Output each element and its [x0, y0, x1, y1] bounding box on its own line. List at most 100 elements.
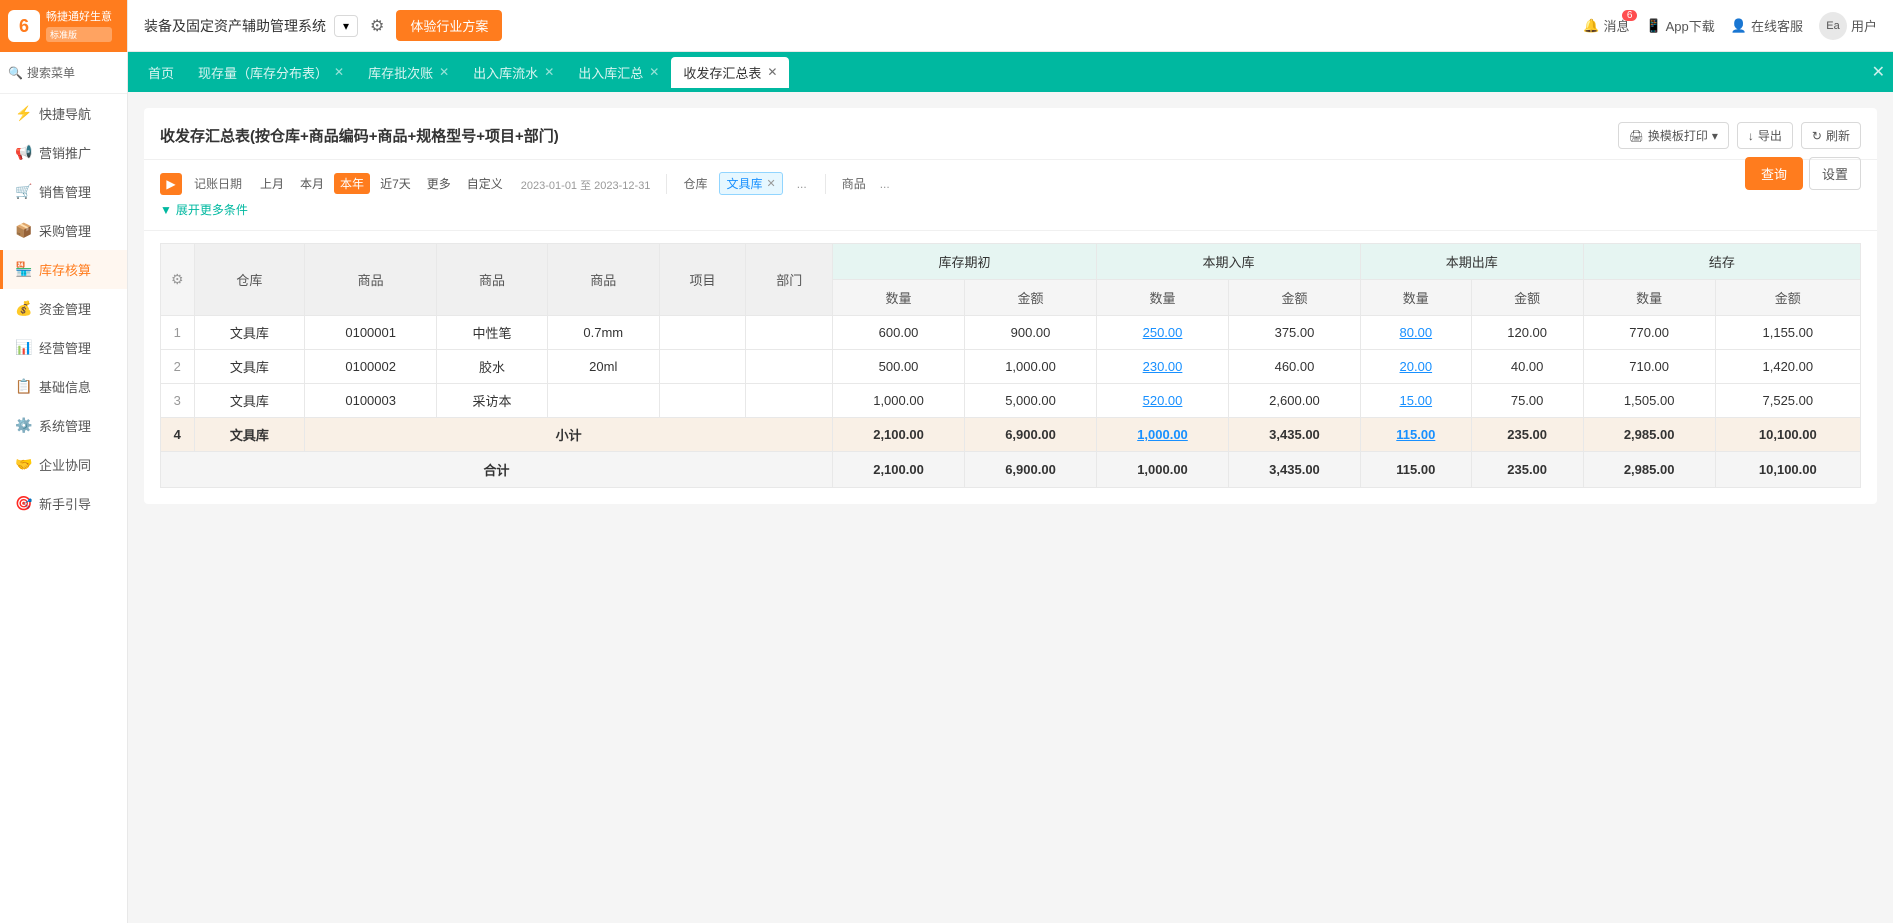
sidebar-item-sales[interactable]: 🛒 销售管理: [0, 172, 127, 211]
template-print-button[interactable]: 🖨 换模板打印 ▾: [1618, 122, 1729, 149]
logo-badge: 标准版: [46, 27, 112, 42]
search-menu-button[interactable]: 🔍 搜索菜单: [8, 60, 119, 85]
date-more-button[interactable]: 更多: [421, 173, 457, 194]
row-opening-amount: 1,000.00: [965, 350, 1097, 384]
filter-collapse-button[interactable]: ▶: [160, 173, 182, 195]
date-last-7-days-button[interactable]: 近7天: [374, 173, 417, 194]
subtotal-outbound-amount: 235.00: [1471, 418, 1583, 452]
th-opening-stock: 库存期初: [833, 244, 1097, 280]
sidebar-item-system[interactable]: ⚙️ 系统管理: [0, 406, 127, 445]
row-inbound-qty-link[interactable]: 250.00: [1097, 316, 1229, 350]
row-goods-spec: 0.7mm: [547, 316, 659, 350]
row-inbound-amount: 375.00: [1228, 316, 1360, 350]
system-dropdown-button[interactable]: ▾: [334, 15, 358, 37]
sidebar-item-quick-nav[interactable]: ⚡ 快捷导航: [0, 94, 127, 133]
online-service-button[interactable]: 👤 在线客服: [1731, 16, 1803, 35]
tab-close-icon[interactable]: ✕: [334, 65, 344, 79]
query-button[interactable]: 查询: [1745, 157, 1803, 190]
expand-conditions-button[interactable]: ▼ 展开更多条件: [160, 201, 1861, 218]
tab-close-icon[interactable]: ✕: [649, 65, 659, 79]
warehouse-tag-close[interactable]: ✕: [766, 177, 775, 190]
sidebar-item-purchase[interactable]: 📦 采购管理: [0, 211, 127, 250]
main-card: 收发存汇总表(按仓库+商品编码+商品+规格型号+项目+部门) 🖨 换模板打印 ▾…: [144, 108, 1877, 504]
sidebar-logo: 6 畅捷通好生意 标准版: [0, 0, 127, 52]
tab-close-icon[interactable]: ✕: [439, 65, 449, 79]
sidebar-item-marketing[interactable]: 📢 营销推广: [0, 133, 127, 172]
row-closing-qty: 710.00: [1583, 350, 1715, 384]
column-settings-button[interactable]: 设置: [1809, 157, 1861, 190]
tab-inout-flow[interactable]: 出入库流水 ✕: [461, 57, 566, 88]
user-area[interactable]: Ea 用户: [1819, 12, 1877, 40]
th-outbound: 本期出库: [1360, 244, 1583, 280]
goods-more-button[interactable]: ...: [878, 175, 892, 193]
subtotal-opening-qty: 2,100.00: [833, 418, 965, 452]
subtotal-outbound-qty[interactable]: 115.00: [1360, 418, 1471, 452]
total-row: 合计 2,100.00 6,900.00 1,000.00 3,435.00 1…: [161, 452, 1861, 488]
sidebar-item-operations[interactable]: 📊 经营管理: [0, 328, 127, 367]
sidebar-item-basic-info[interactable]: 📋 基础信息: [0, 367, 127, 406]
row-closing-qty: 1,505.00: [1583, 384, 1715, 418]
row-project: [659, 350, 746, 384]
row-warehouse: 文具库: [194, 384, 305, 418]
sidebar-item-label: 系统管理: [39, 416, 91, 435]
row-inbound-qty-link[interactable]: 230.00: [1097, 350, 1229, 384]
date-custom-button[interactable]: 自定义: [461, 173, 509, 194]
refresh-button[interactable]: ↻ 刷新: [1801, 122, 1861, 149]
th-outbound-amount: 金额: [1471, 280, 1583, 316]
table-settings-gear-icon[interactable]: ⚙: [171, 271, 184, 287]
row-outbound-qty-link[interactable]: 20.00: [1360, 350, 1471, 384]
chevron-right-icon: ▶: [166, 177, 175, 191]
sidebar-item-inventory[interactable]: 🏪 库存核算: [0, 250, 127, 289]
row-outbound-qty-link[interactable]: 80.00: [1360, 316, 1471, 350]
sidebar-item-finance[interactable]: 💰 资金管理: [0, 289, 127, 328]
notification-badge: 6: [1622, 10, 1638, 21]
date-this-year-button[interactable]: 本年: [334, 173, 370, 194]
tab-inventory-dist[interactable]: 现存量（库存分布表） ✕: [186, 57, 356, 88]
tab-close-icon[interactable]: ✕: [544, 65, 554, 79]
row-outbound-qty-link[interactable]: 15.00: [1360, 384, 1471, 418]
tab-bar-close-button[interactable]: ✕: [1872, 62, 1885, 82]
subtotal-closing-qty: 2,985.00: [1583, 418, 1715, 452]
tab-home[interactable]: 首页: [136, 57, 186, 88]
tab-inout-summary[interactable]: 出入库汇总 ✕: [566, 57, 671, 88]
sidebar-item-label: 销售管理: [39, 182, 91, 201]
export-button[interactable]: ↓ 导出: [1737, 122, 1793, 149]
row-closing-qty: 770.00: [1583, 316, 1715, 350]
experience-button[interactable]: 体验行业方案: [396, 10, 502, 41]
settings-gear-button[interactable]: ⚙: [366, 12, 388, 40]
total-closing-qty: 2,985.00: [1583, 452, 1715, 488]
row-inbound-qty-link[interactable]: 520.00: [1097, 384, 1229, 418]
date-this-month-button[interactable]: 本月: [294, 173, 330, 194]
table-header-group-row: ⚙ 仓库 商品 商品 商品 项目 部门 库存期初 本期入库 本期出库 结存: [161, 244, 1861, 280]
th-inbound-amount: 金额: [1228, 280, 1360, 316]
subtotal-label: 小计: [305, 418, 833, 452]
th-warehouse: 仓库: [194, 244, 305, 316]
tab-receive-summary[interactable]: 收发存汇总表 ✕: [671, 57, 789, 88]
tab-batch-ledger[interactable]: 库存批次账 ✕: [356, 57, 461, 88]
sidebar-item-enterprise[interactable]: 🤝 企业协同: [0, 445, 127, 484]
warehouse-more-button[interactable]: ...: [795, 175, 809, 193]
sidebar-item-label: 快捷导航: [39, 104, 91, 123]
date-last-month-button[interactable]: 上月: [254, 173, 290, 194]
row-closing-amount: 1,420.00: [1715, 350, 1860, 384]
row-warehouse: 文具库: [194, 316, 305, 350]
avatar: Ea: [1819, 12, 1847, 40]
row-inbound-amount: 2,600.00: [1228, 384, 1360, 418]
row-goods-name: 采访本: [437, 384, 548, 418]
tab-close-icon[interactable]: ✕: [767, 65, 777, 79]
row-opening-qty: 600.00: [833, 316, 965, 350]
row-department: [746, 350, 833, 384]
sidebar-item-newbie[interactable]: 🎯 新手引导: [0, 484, 127, 523]
app-download-button[interactable]: 📱 App下载: [1645, 16, 1714, 35]
notification-button[interactable]: 🔔 消息 6: [1583, 16, 1629, 35]
table-row: 3 文具库 0100003 采访本 1,000.00 5,000.00 520.…: [161, 384, 1861, 418]
th-closing: 结存: [1583, 244, 1860, 280]
bell-icon: 🔔: [1583, 18, 1599, 34]
row-closing-amount: 7,525.00: [1715, 384, 1860, 418]
subtotal-inbound-amount: 3,435.00: [1228, 418, 1360, 452]
subtotal-inbound-qty[interactable]: 1,000.00: [1097, 418, 1229, 452]
row-project: [659, 316, 746, 350]
th-department: 部门: [746, 244, 833, 316]
row-project: [659, 384, 746, 418]
filter-separator2: [825, 174, 826, 194]
